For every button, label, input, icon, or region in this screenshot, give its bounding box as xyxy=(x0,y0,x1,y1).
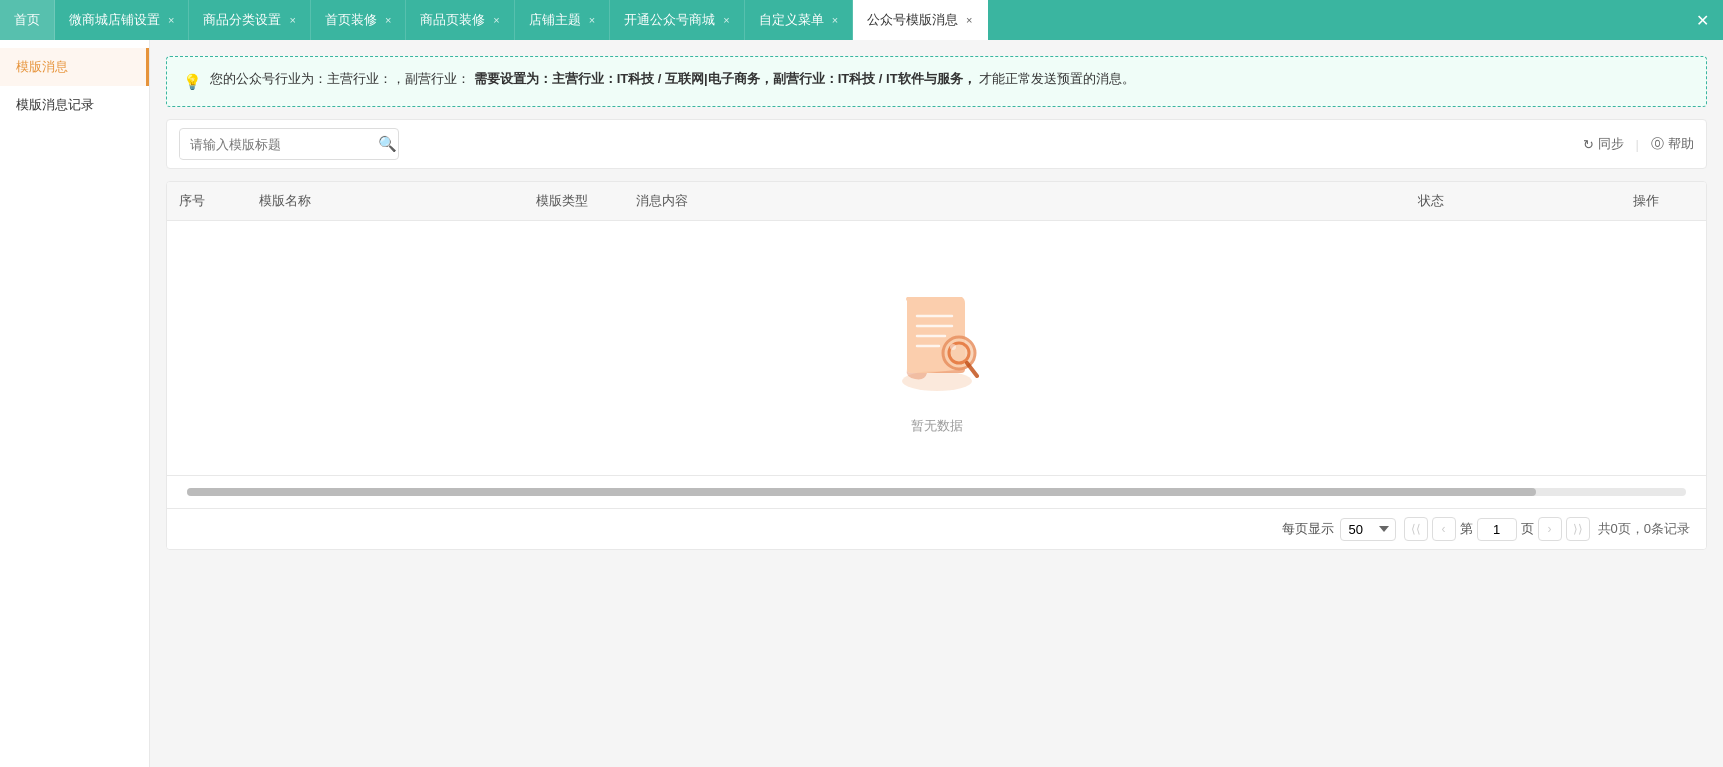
data-table: 序号 模版名称 模版类型 消息内容 状态 操作 xyxy=(166,181,1707,550)
pagination: 每页显示 50 10 20 100 ⟨⟨ ‹ 第 页 › ⟩⟩ xyxy=(167,508,1706,549)
sidebar-item-record[interactable]: 模版消息记录 xyxy=(0,86,149,124)
th-seq: 序号 xyxy=(167,182,247,220)
nav-custommenu-close[interactable]: × xyxy=(832,14,838,26)
th-name: 模版名称 xyxy=(247,182,524,220)
page-last-button[interactable]: ⟩⟩ xyxy=(1566,517,1590,541)
nav-category-label: 商品分类设置 xyxy=(203,11,281,29)
toolbar-divider: | xyxy=(1636,137,1639,152)
notice-box: 💡 您的公众号行业为：主营行业：，副营行业： 需要设置为：主营行业：IT科技 /… xyxy=(166,56,1707,107)
search-button[interactable]: 🔍 xyxy=(368,129,399,159)
empty-text: 暂无数据 xyxy=(911,417,963,435)
sync-icon: ↻ xyxy=(1583,137,1594,152)
help-button[interactable]: ⓪ 帮助 xyxy=(1651,135,1694,153)
help-label: 帮助 xyxy=(1668,135,1694,153)
nav-homepage[interactable]: 首页装修 × xyxy=(311,0,406,40)
nav-weishop[interactable]: 微商城店铺设置 × xyxy=(55,0,189,40)
nav-home-label: 首页 xyxy=(14,11,40,29)
page-total: 共0页，0条记录 xyxy=(1598,520,1690,538)
nav-product[interactable]: 商品页装修 × xyxy=(406,0,514,40)
notice-icon: 💡 xyxy=(183,70,202,94)
nav-template-msg-close[interactable]: × xyxy=(966,14,972,26)
notice-suffix: 才能正常发送预置的消息。 xyxy=(979,71,1135,86)
page-di-label: 第 xyxy=(1460,520,1473,538)
nav-openstore-close[interactable]: × xyxy=(723,14,729,26)
page-nav: ⟨⟨ ‹ 第 页 › ⟩⟩ xyxy=(1404,517,1590,541)
sync-button[interactable]: ↻ 同步 xyxy=(1583,135,1624,153)
page-next-button[interactable]: › xyxy=(1538,517,1562,541)
toolbar-actions: ↻ 同步 | ⓪ 帮助 xyxy=(1583,135,1694,153)
notice-prefix: 您的公众号行业为：主营行业：，副营行业： xyxy=(210,71,470,86)
scrollbar-area xyxy=(167,475,1706,508)
sidebar-item-record-label: 模版消息记录 xyxy=(16,97,94,112)
search-input[interactable] xyxy=(180,131,368,158)
th-type: 模版类型 xyxy=(524,182,624,220)
page-first-button[interactable]: ⟨⟨ xyxy=(1404,517,1428,541)
nav-product-close[interactable]: × xyxy=(493,14,499,26)
nav-category-close[interactable]: × xyxy=(289,14,295,26)
page-label: 页 xyxy=(1521,520,1534,538)
nav-theme[interactable]: 店铺主题 × xyxy=(515,0,610,40)
nav-template-msg-label: 公众号模版消息 xyxy=(867,11,958,29)
sidebar-item-template-label: 模版消息 xyxy=(16,59,68,74)
th-action: 操作 xyxy=(1586,182,1706,220)
main-layout: 模版消息 模版消息记录 💡 您的公众号行业为：主营行业：，副营行业： 需要设置为… xyxy=(0,40,1723,767)
empty-state: 暂无数据 xyxy=(167,221,1706,475)
nav-theme-label: 店铺主题 xyxy=(529,11,581,29)
empty-illustration xyxy=(877,281,997,401)
scrollbar-thumb xyxy=(187,488,1536,496)
page-prev-button[interactable]: ‹ xyxy=(1432,517,1456,541)
nav-openstore-label: 开通公众号商城 xyxy=(624,11,715,29)
help-icon: ⓪ xyxy=(1651,135,1664,153)
page-number-input[interactable] xyxy=(1477,518,1517,541)
svg-line-7 xyxy=(967,363,977,376)
notice-text: 您的公众号行业为：主营行业：，副营行业： 需要设置为：主营行业：IT科技 / 互… xyxy=(210,69,1135,90)
nav-category[interactable]: 商品分类设置 × xyxy=(189,0,310,40)
page-size-label: 每页显示 xyxy=(1282,520,1334,538)
sidebar: 模版消息 模版消息记录 xyxy=(0,40,150,767)
nav-custommenu-label: 自定义菜单 xyxy=(759,11,824,29)
nav-weishop-close[interactable]: × xyxy=(168,14,174,26)
search-group: 🔍 xyxy=(179,128,399,160)
top-nav: 首页 微商城店铺设置 × 商品分类设置 × 首页装修 × 商品页装修 × 店铺主… xyxy=(0,0,1723,40)
nav-openstore[interactable]: 开通公众号商城 × xyxy=(610,0,744,40)
sync-label: 同步 xyxy=(1598,135,1624,153)
svg-point-8 xyxy=(950,344,956,350)
sidebar-item-template[interactable]: 模版消息 xyxy=(0,48,149,86)
nav-weishop-label: 微商城店铺设置 xyxy=(69,11,160,29)
nav-homepage-label: 首页装修 xyxy=(325,11,377,29)
page-size-select: 每页显示 50 10 20 100 xyxy=(1282,518,1396,541)
content-area: 💡 您的公众号行业为：主营行业：，副营行业： 需要设置为：主营行业：IT科技 /… xyxy=(150,40,1723,767)
notice-highlight: 需要设置为：主营行业：IT科技 / 互联网|电子商务，副营行业：IT科技 / I… xyxy=(474,71,976,86)
page-size-dropdown[interactable]: 50 10 20 100 xyxy=(1340,518,1396,541)
nav-homepage-close[interactable]: × xyxy=(385,14,391,26)
th-status: 状态 xyxy=(1406,182,1586,220)
nav-custommenu[interactable]: 自定义菜单 × xyxy=(745,0,853,40)
nav-product-label: 商品页装修 xyxy=(420,11,485,29)
fake-scrollbar[interactable] xyxy=(187,488,1686,496)
toolbar: 🔍 ↻ 同步 | ⓪ 帮助 xyxy=(166,119,1707,169)
nav-home[interactable]: 首页 xyxy=(0,0,55,40)
th-content: 消息内容 xyxy=(624,182,1406,220)
nav-theme-close[interactable]: × xyxy=(589,14,595,26)
table-header: 序号 模版名称 模版类型 消息内容 状态 操作 xyxy=(167,182,1706,221)
nav-template-msg[interactable]: 公众号模版消息 × xyxy=(853,0,987,40)
nav-close-all-button[interactable]: ✕ xyxy=(1682,0,1723,40)
